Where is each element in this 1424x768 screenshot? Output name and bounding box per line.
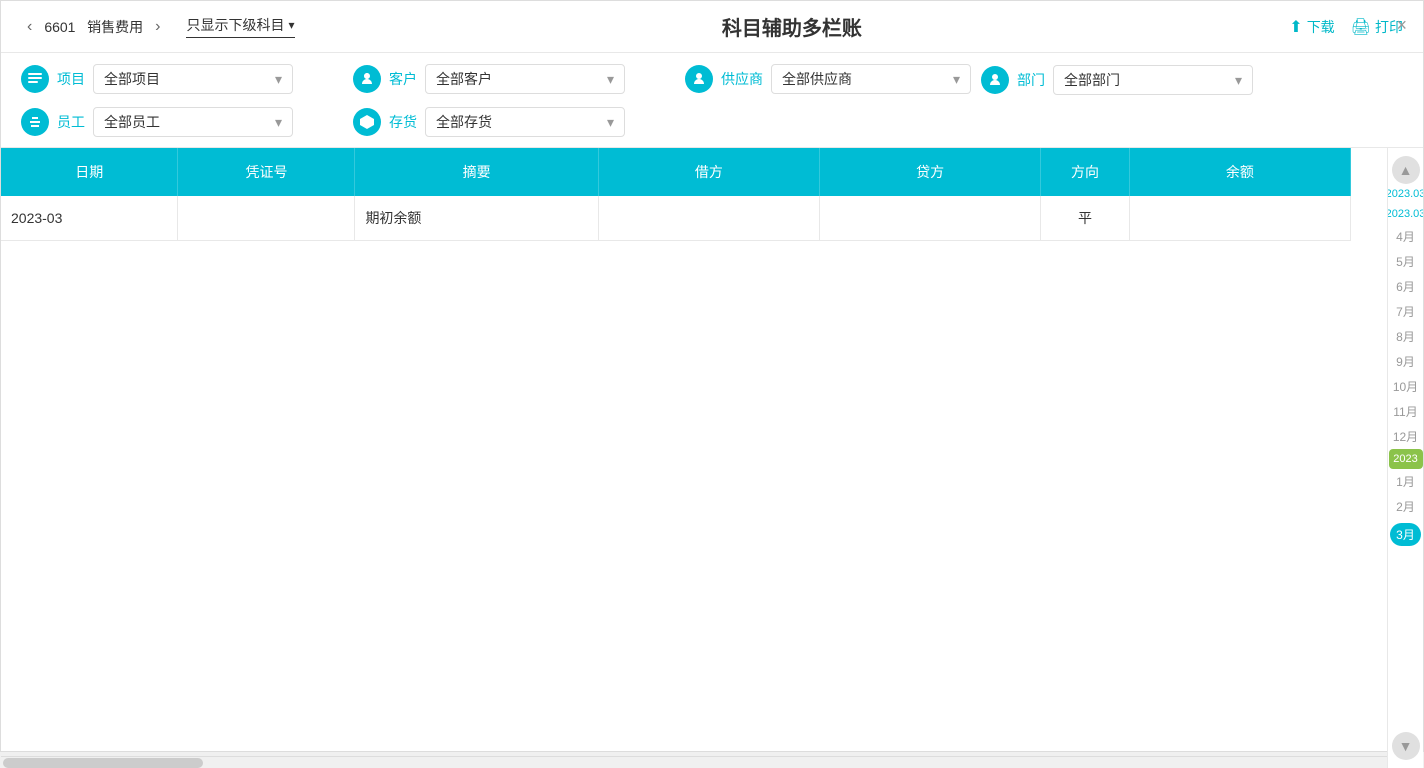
table-row[interactable]: 2023-03 期初余额 平 [1,196,1351,241]
inventory-dropdown-icon: ▾ [607,114,614,131]
toolbar-right: ⬆ 下载 🖨 打印 [1289,17,1403,37]
timeline-item-3-active[interactable]: 3月 [1388,519,1423,550]
department-filter-row: 部门 全部部门 ▾ [981,65,1253,95]
show-sub-accounts-btn[interactable]: 只显示下级科目 ▾ [186,15,294,38]
project-dropdown-icon: ▾ [275,71,282,88]
customer-filter-row: 客户 全部客户 ▾ [353,63,625,95]
timeline-item-8[interactable]: 8月 [1388,324,1423,349]
cell-balance [1129,196,1350,241]
page-title: 科目辅助多栏账 [295,12,1290,41]
timeline-item-6[interactable]: 6月 [1388,274,1423,299]
employee-dropdown-icon: ▾ [275,114,282,131]
project-icon [21,65,49,93]
timeline-item-1[interactable]: 1月 [1388,469,1423,494]
timeline-year-badge[interactable]: 2023 [1389,449,1423,469]
chevron-up-icon: ▲ [1399,162,1413,178]
table-header-row: 日期 凭证号 摘要 借方 贷方 方向 余额 [1,148,1351,196]
timeline-item-10[interactable]: 10月 [1388,374,1423,399]
timeline-item-9[interactable]: 9月 [1388,349,1423,374]
cell-summary: 期初余额 [355,196,598,241]
cell-debit [598,196,819,241]
timeline-item-2[interactable]: 2月 [1388,494,1423,519]
main-window: ‹ 6601 销售费用 › 只显示下级科目 ▾ 科目辅助多栏账 ⬆ 下载 🖨 打… [0,0,1424,752]
col-voucher: 凭证号 [178,148,355,196]
close-btn[interactable]: × [1396,15,1407,36]
download-icon: ⬆ [1289,17,1302,37]
col-debit: 借方 [598,148,819,196]
content-area: 日期 凭证号 摘要 借方 贷方 方向 余额 2023-03 期初余额 [1,148,1423,768]
col-date: 日期 [1,148,178,196]
project-select[interactable]: 全部项目 ▾ [93,64,293,94]
print-btn[interactable]: 🖨 打印 [1351,17,1403,37]
supplier-filter-row: 供应商 全部供应商 ▾ [685,63,971,95]
cell-direction: 平 [1041,196,1129,241]
supplier-icon [685,65,713,93]
employee-select[interactable]: 全部员工 ▾ [93,107,293,137]
col-credit: 贷方 [820,148,1041,196]
filter-bar: 项目 全部项目 ▾ 客户 全部客户 ▾ 供应商 全部供应商 [1,53,1423,148]
customer-dropdown-icon: ▾ [607,71,614,88]
timeline-items: 2023.03 2023.03 4月 5月 6月 7月 8月 [1388,184,1423,732]
inventory-label: 存货 [389,112,417,132]
scrollbar-thumb[interactable] [3,758,203,768]
project-filter-row: 项目 全部项目 ▾ [21,63,293,95]
customer-select[interactable]: 全部客户 ▾ [425,64,625,94]
account-code-nav: ‹ 6601 销售费用 › [21,16,166,38]
horizontal-scrollbar[interactable] [1,756,1387,768]
timeline-item-7[interactable]: 7月 [1388,299,1423,324]
customer-label: 客户 [389,69,417,89]
top-bar: ‹ 6601 销售费用 › 只显示下级科目 ▾ 科目辅助多栏账 ⬆ 下载 🖨 打… [1,1,1423,53]
table-container[interactable]: 日期 凭证号 摘要 借方 贷方 方向 余额 2023-03 期初余额 [1,148,1351,756]
department-dropdown-icon: ▾ [1235,72,1242,89]
supplier-select[interactable]: 全部供应商 ▾ [771,64,971,94]
supplier-dropdown-icon: ▾ [953,71,960,88]
cell-credit [820,196,1041,241]
col-balance: 余额 [1129,148,1350,196]
data-table: 日期 凭证号 摘要 借方 贷方 方向 余额 2023-03 期初余额 [1,148,1351,241]
employee-icon [21,108,49,136]
next-account-btn[interactable]: › [149,16,166,38]
col-direction: 方向 [1041,148,1129,196]
side-timeline: ▲ 2023.03 2023.03 4月 5月 6月 [1387,148,1423,768]
timeline-item-2023-03-top[interactable]: 2023.03 [1388,184,1423,204]
timeline-item-5[interactable]: 5月 [1388,249,1423,274]
timeline-item-2023-03-second[interactable]: 2023.03 [1388,204,1423,224]
cell-voucher [178,196,355,241]
department-label: 部门 [1017,70,1045,90]
supplier-label: 供应商 [721,69,763,89]
inventory-select[interactable]: 全部存货 ▾ [425,107,625,137]
project-label: 项目 [57,69,85,89]
timeline-up-btn[interactable]: ▲ [1392,156,1420,184]
col-summary: 摘要 [355,148,598,196]
inventory-icon [353,108,381,136]
department-icon [981,66,1009,94]
department-select[interactable]: 全部部门 ▾ [1053,65,1253,95]
timeline-item-4[interactable]: 4月 [1388,224,1423,249]
print-icon: 🖨 [1351,17,1371,37]
employee-label: 员工 [57,112,85,132]
download-btn[interactable]: ⬆ 下载 [1289,17,1334,37]
timeline-item-12[interactable]: 12月 [1388,424,1423,449]
employee-filter-row: 员工 全部员工 ▾ [21,107,293,137]
prev-account-btn[interactable]: ‹ [21,16,38,38]
customer-icon [353,65,381,93]
timeline-item-11[interactable]: 11月 [1388,399,1423,424]
cell-date: 2023-03 [1,196,178,241]
inventory-filter-row: 存货 全部存货 ▾ [353,107,625,137]
timeline-down-btn[interactable]: ▼ [1392,732,1420,760]
account-code-text: 6601 销售费用 [44,17,143,37]
